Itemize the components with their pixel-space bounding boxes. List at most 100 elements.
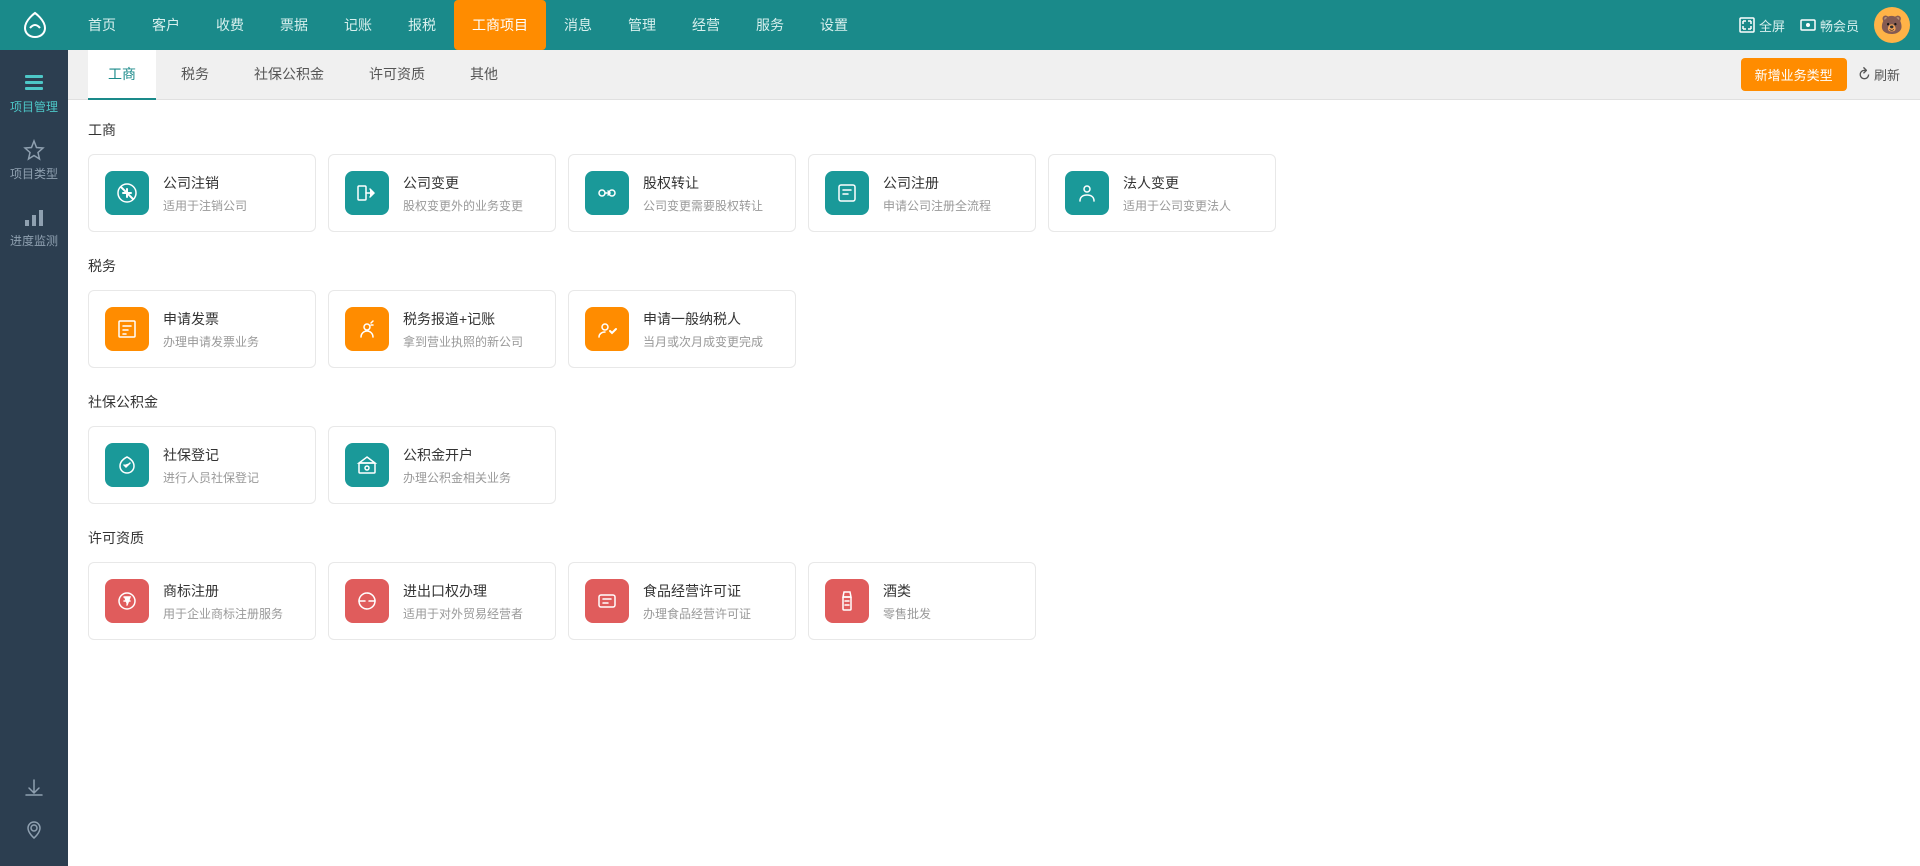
content-area: 工商税务社保公积金许可资质其他新增业务类型↻ 刷新 工商公司注销适用于注销公司公… xyxy=(68,50,1920,866)
sub-tab-许可资质[interactable]: 许可资质 xyxy=(349,50,445,100)
sidebar: 项目管理 项目类型 进度监测 xyxy=(0,50,68,866)
card-title-酒类: 酒类 xyxy=(883,581,931,601)
sidebar-item-progress-monitor[interactable]: 进度监测 xyxy=(0,194,68,261)
card-公司注销[interactable]: 公司注销适用于注销公司 xyxy=(88,154,316,232)
card-desc-公司注销: 适用于注销公司 xyxy=(163,197,247,214)
top-nav: 首页客户收费票据记账报税工商项目消息管理经营服务设置 全屏 畅会员 🐻 xyxy=(0,0,1920,50)
tax-report-icon xyxy=(345,307,389,351)
card-title-商标注册: 商标注册 xyxy=(163,581,283,601)
card-info-申请一般纳税人: 申请一般纳税人当月或次月成变更完成 xyxy=(643,309,763,350)
card-info-商标注册: 商标注册用于企业商标注册服务 xyxy=(163,581,283,622)
card-desc-申请发票: 办理申请发票业务 xyxy=(163,333,259,350)
nav-item-服务[interactable]: 服务 xyxy=(738,0,802,50)
card-title-公积金开户: 公积金开户 xyxy=(403,445,511,465)
card-title-申请一般纳税人: 申请一般纳税人 xyxy=(643,309,763,329)
card-desc-酒类: 零售批发 xyxy=(883,605,931,622)
change-company-icon xyxy=(345,171,389,215)
sidebar-item-label: 进度监测 xyxy=(10,232,58,249)
legal-change-icon xyxy=(1065,171,1109,215)
card-title-公司注册: 公司注册 xyxy=(883,173,991,193)
sub-tab-税务[interactable]: 税务 xyxy=(161,50,229,100)
card-股权转让[interactable]: 股权转让公司变更需要股权转让 xyxy=(568,154,796,232)
nav-item-经营[interactable]: 经营 xyxy=(674,0,738,50)
sub-tab-其他[interactable]: 其他 xyxy=(450,50,518,100)
taxpayer-icon xyxy=(585,307,629,351)
card-title-进出口权办理: 进出口权办理 xyxy=(403,581,523,601)
equity-transfer-icon xyxy=(585,171,629,215)
content-scroll: 工商公司注销适用于注销公司 公司变更股权变更外的业务变更 股权转让公司变更需要股权转… xyxy=(68,100,1920,866)
card-title-股权转让: 股权转让 xyxy=(643,173,763,193)
nav-item-工商项目[interactable]: 工商项目 xyxy=(454,0,546,50)
sidebar-bottom xyxy=(0,767,68,866)
sub-tab-社保公积金[interactable]: 社保公积金 xyxy=(234,50,344,100)
card-desc-股权转让: 公司变更需要股权转让 xyxy=(643,197,763,214)
cards-grid-社保公积金: 社保登记进行人员社保登记 公积金开户办理公积金相关业务 xyxy=(88,426,1900,504)
card-info-法人变更: 法人变更适用于公司变更法人 xyxy=(1123,173,1231,214)
alcohol-icon xyxy=(825,579,869,623)
card-税务报道+记账[interactable]: 税务报道+记账拿到营业执照的新公司 xyxy=(328,290,556,368)
cancel-company-icon xyxy=(105,171,149,215)
card-info-申请发票: 申请发票办理申请发票业务 xyxy=(163,309,259,350)
section-title-许可资质: 许可资质 xyxy=(88,528,1900,548)
card-desc-商标注册: 用于企业商标注册服务 xyxy=(163,605,283,622)
sub-tabs: 工商税务社保公积金许可资质其他 新增业务类型 ↻ 刷新 xyxy=(68,50,1920,100)
main-layout: 项目管理 项目类型 进度监测 xyxy=(0,50,1920,866)
card-公司变更[interactable]: 公司变更股权变更外的业务变更 xyxy=(328,154,556,232)
card-info-酒类: 酒类零售批发 xyxy=(883,581,931,622)
fullscreen-button[interactable]: 全屏 xyxy=(1739,16,1785,35)
nav-item-报税[interactable]: 报税 xyxy=(390,0,454,50)
card-desc-进出口权办理: 适用于对外贸易经营者 xyxy=(403,605,523,622)
card-title-法人变更: 法人变更 xyxy=(1123,173,1231,193)
sidebar-item-project-type[interactable]: 项目类型 xyxy=(0,127,68,194)
card-info-公司注销: 公司注销适用于注销公司 xyxy=(163,173,247,214)
nav-item-设置[interactable]: 设置 xyxy=(802,0,866,50)
card-title-社保登记: 社保登记 xyxy=(163,445,259,465)
cards-grid-工商: 公司注销适用于注销公司公司变更股权变更外的业务变更股权转让公司变更需要股权转让公… xyxy=(88,154,1900,232)
sidebar-download-button[interactable] xyxy=(0,767,68,809)
cards-grid-税务: 申请发票办理申请发票业务 税务报道+记账拿到营业执照的新公司 申请一般纳税人当月或次… xyxy=(88,290,1900,368)
nav-item-客户[interactable]: 客户 xyxy=(134,0,198,50)
nav-item-消息[interactable]: 消息 xyxy=(546,0,610,50)
social-security-icon xyxy=(105,443,149,487)
nav-item-票据[interactable]: 票据 xyxy=(262,0,326,50)
card-info-公积金开户: 公积金开户办理公积金相关业务 xyxy=(403,445,511,486)
section-title-税务: 税务 xyxy=(88,256,1900,276)
nav-item-首页[interactable]: 首页 xyxy=(70,0,134,50)
section-title-工商: 工商 xyxy=(88,120,1900,140)
card-商标注册[interactable]: 商标注册用于企业商标注册服务 xyxy=(88,562,316,640)
nav-item-记账[interactable]: 记账 xyxy=(326,0,390,50)
card-法人变更[interactable]: 法人变更适用于公司变更法人 xyxy=(1048,154,1276,232)
card-desc-公司注册: 申请公司注册全流程 xyxy=(883,197,991,214)
sidebar-item-project-management[interactable]: 项目管理 xyxy=(0,60,68,127)
card-食品经营许可证[interactable]: 食品经营许可证办理食品经营许可证 xyxy=(568,562,796,640)
invoice-icon xyxy=(105,307,149,351)
top-nav-right: 全屏 畅会员 🐻 xyxy=(1739,7,1910,43)
sidebar-item-label: 项目管理 xyxy=(10,98,58,115)
vip-button[interactable]: 畅会员 xyxy=(1800,16,1859,35)
card-公司注册[interactable]: 公司注册申请公司注册全流程 xyxy=(808,154,1036,232)
sidebar-location-button[interactable] xyxy=(0,809,68,851)
card-info-公司注册: 公司注册申请公司注册全流程 xyxy=(883,173,991,214)
nav-items: 首页客户收费票据记账报税工商项目消息管理经营服务设置 xyxy=(70,0,1739,50)
register-company-icon xyxy=(825,171,869,215)
card-酒类[interactable]: 酒类零售批发 xyxy=(808,562,1036,640)
refresh-button[interactable]: ↻ 刷新 xyxy=(1857,65,1900,85)
card-社保登记[interactable]: 社保登记进行人员社保登记 xyxy=(88,426,316,504)
trademark-icon xyxy=(105,579,149,623)
card-desc-社保登记: 进行人员社保登记 xyxy=(163,469,259,486)
card-title-食品经营许可证: 食品经营许可证 xyxy=(643,581,751,601)
nav-item-管理[interactable]: 管理 xyxy=(610,0,674,50)
card-desc-法人变更: 适用于公司变更法人 xyxy=(1123,197,1231,214)
sub-tab-工商[interactable]: 工商 xyxy=(88,50,156,100)
card-申请发票[interactable]: 申请发票办理申请发票业务 xyxy=(88,290,316,368)
card-进出口权办理[interactable]: 进出口权办理适用于对外贸易经营者 xyxy=(328,562,556,640)
food-license-icon xyxy=(585,579,629,623)
card-申请一般纳税人[interactable]: 申请一般纳税人当月或次月成变更完成 xyxy=(568,290,796,368)
card-info-税务报道+记账: 税务报道+记账拿到营业执照的新公司 xyxy=(403,309,523,350)
card-公积金开户[interactable]: 公积金开户办理公积金相关业务 xyxy=(328,426,556,504)
card-title-税务报道+记账: 税务报道+记账 xyxy=(403,309,523,329)
card-info-社保登记: 社保登记进行人员社保登记 xyxy=(163,445,259,486)
add-type-button[interactable]: 新增业务类型 xyxy=(1741,58,1847,91)
card-info-股权转让: 股权转让公司变更需要股权转让 xyxy=(643,173,763,214)
nav-item-收费[interactable]: 收费 xyxy=(198,0,262,50)
